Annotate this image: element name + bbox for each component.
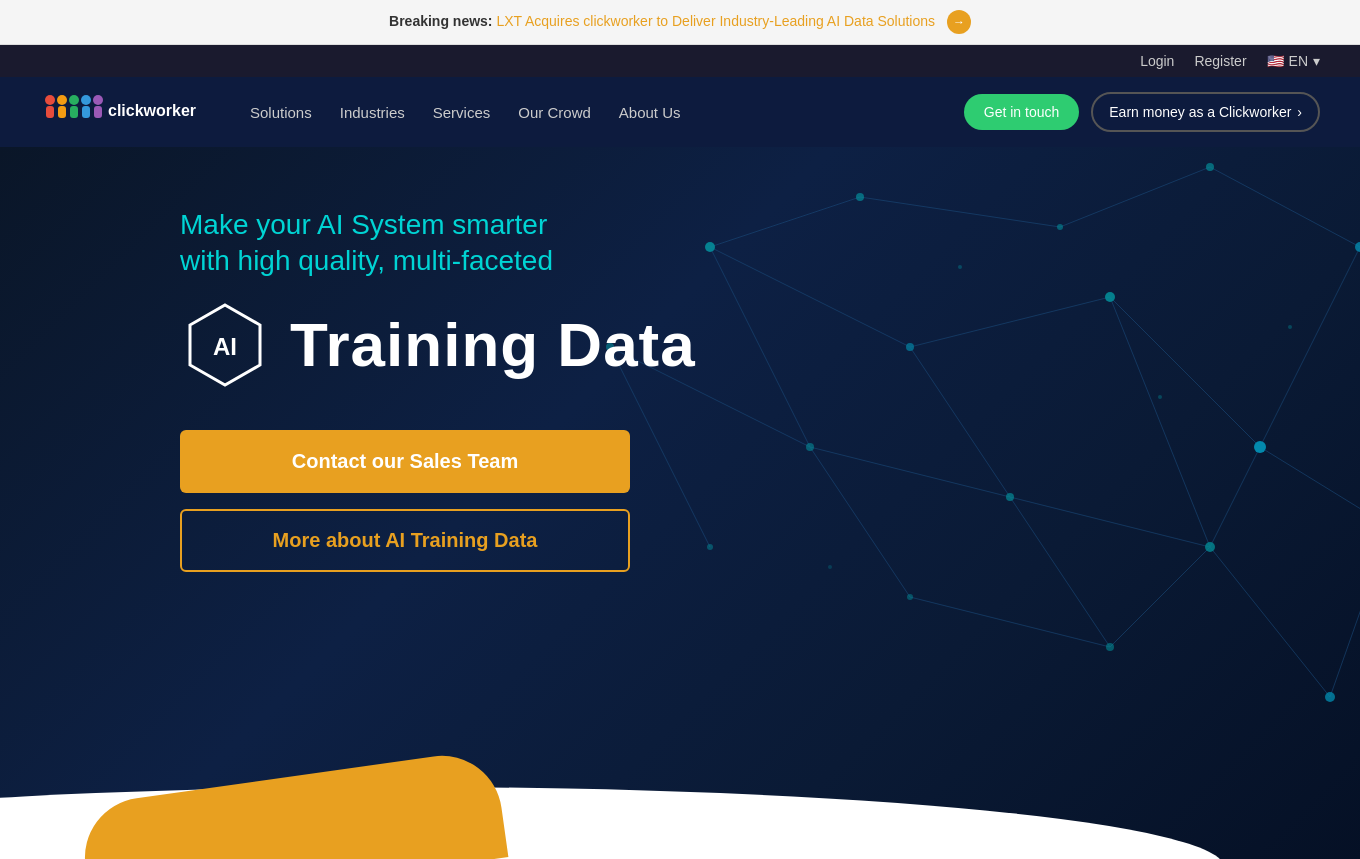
svg-line-26 [1330,527,1360,697]
svg-rect-1 [46,106,54,118]
svg-line-20 [1010,497,1210,547]
svg-line-27 [1210,547,1330,697]
main-nav: clickworker Solutions Industries Service… [0,77,1360,147]
contact-sales-button[interactable]: Contact our Sales Team [180,430,630,493]
breaking-news-arrow[interactable]: → [947,10,971,34]
get-in-touch-button[interactable]: Get in touch [964,94,1080,130]
svg-point-4 [69,95,79,105]
svg-point-42 [1006,493,1014,501]
svg-line-12 [910,297,1110,347]
svg-point-35 [906,343,914,351]
svg-point-53 [1288,325,1292,329]
register-link[interactable]: Register [1194,53,1246,69]
svg-line-13 [1110,297,1260,447]
svg-point-51 [958,265,962,269]
svg-point-38 [856,193,864,201]
hero-section: Make your AI System smarter with high qu… [0,147,1360,859]
svg-rect-3 [58,106,66,118]
svg-point-39 [1057,224,1063,230]
more-about-button[interactable]: More about AI Training Data [180,509,630,572]
svg-line-21 [1210,447,1260,547]
nav-links: Solutions Industries Services Our Crowd … [250,104,934,121]
svg-point-36 [1105,292,1115,302]
nav-industries[interactable]: Industries [340,104,405,121]
logo-svg: clickworker [40,92,200,132]
nav-buttons: Get in touch Earn money as a Clickworker… [964,92,1320,132]
svg-line-25 [1260,447,1360,527]
svg-point-46 [1325,692,1335,702]
breaking-news-link[interactable]: LXT Acquires clickworker to Deliver Indu… [496,13,935,29]
svg-rect-5 [70,106,78,118]
svg-point-2 [57,95,67,105]
svg-text:AI: AI [213,333,237,360]
earn-money-arrow: › [1297,104,1302,120]
earn-money-button[interactable]: Earn money as a Clickworker › [1091,92,1320,132]
svg-line-29 [1110,547,1210,647]
svg-line-24 [1110,297,1210,547]
ai-hexagon-icon: AI [180,300,270,390]
hero-ai-badge: AI Training Data [180,300,880,390]
svg-point-40 [1206,163,1214,171]
svg-point-52 [1158,395,1162,399]
breaking-label: Breaking news: [389,13,492,29]
svg-point-37 [1254,441,1266,453]
nav-about-us[interactable]: About Us [619,104,681,121]
hero-title: Training Data [290,309,696,380]
svg-point-0 [45,95,55,105]
breaking-news-bar: Breaking news: LXT Acquires clickworker … [0,0,1360,45]
svg-line-16 [1060,167,1210,227]
svg-point-6 [81,95,91,105]
svg-line-19 [910,347,1010,497]
hero-subtitle: Make your AI System smarter with high qu… [180,207,880,280]
svg-line-28 [1010,497,1110,647]
svg-line-18 [1260,247,1360,447]
svg-point-41 [1355,242,1360,252]
hero-content: Make your AI System smarter with high qu… [180,207,880,572]
nav-services[interactable]: Services [433,104,491,121]
chevron-down-icon: ▾ [1313,53,1320,69]
svg-point-48 [907,594,913,600]
svg-text:clickworker: clickworker [108,102,196,119]
svg-point-47 [1106,643,1114,651]
yellow-decorative-shape [77,748,508,859]
flag-icon: 🇺🇸 [1267,53,1284,69]
earn-money-label: Earn money as a Clickworker [1109,104,1291,120]
svg-rect-7 [82,106,90,118]
svg-point-8 [93,95,103,105]
utility-bar: Login Register 🇺🇸 EN ▾ [0,45,1360,77]
logo[interactable]: clickworker [40,92,200,132]
nav-solutions[interactable]: Solutions [250,104,312,121]
lang-label: EN [1289,53,1308,69]
nav-our-crowd[interactable]: Our Crowd [518,104,591,121]
svg-line-15 [860,197,1060,227]
login-link[interactable]: Login [1140,53,1174,69]
svg-point-43 [1205,542,1215,552]
svg-rect-9 [94,106,102,118]
svg-line-31 [910,597,1110,647]
svg-line-17 [1210,167,1360,247]
language-selector[interactable]: 🇺🇸 EN ▾ [1267,53,1320,69]
